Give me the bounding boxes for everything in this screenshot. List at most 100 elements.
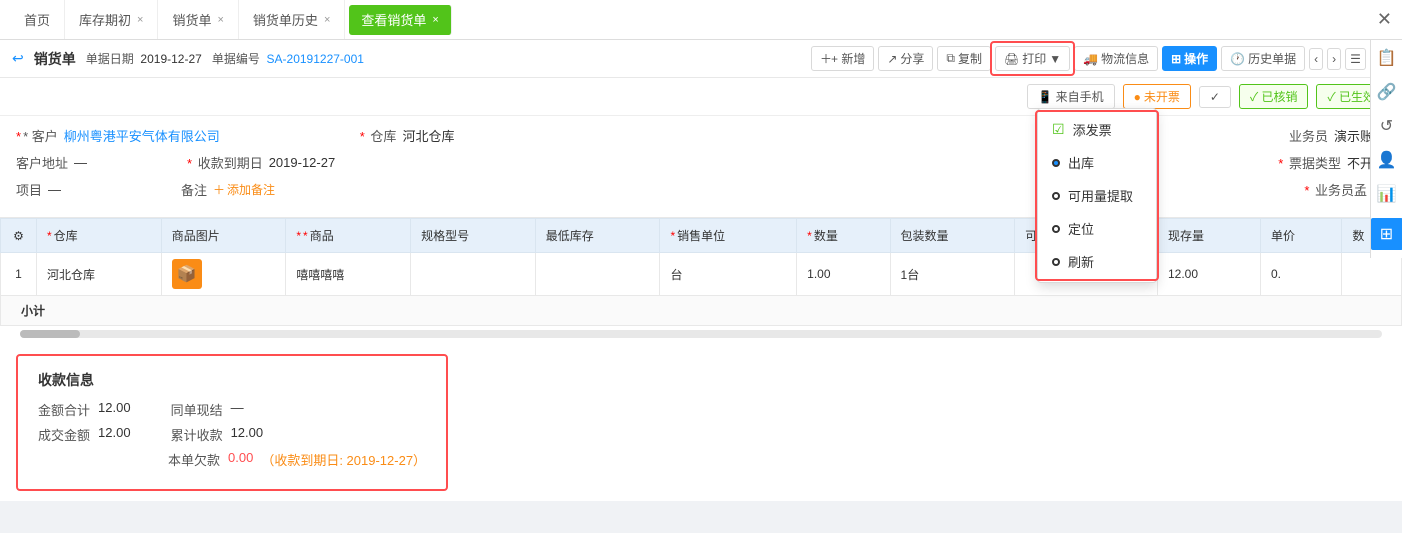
cumulative-value: 12.00: [231, 425, 264, 444]
h-scrollbar[interactable]: [0, 326, 1402, 344]
due-date-value: 2019-12-27: [269, 155, 336, 170]
cyan-dot-icon-1: [1052, 192, 1060, 200]
bottom-section: 收款信息 金额合计 12.00 同单现结 — 成交金额 12.00 累计收款 1…: [0, 344, 1402, 501]
sidebar-right: 📋 🔗 ↺ 👤 📊 ⊞: [1370, 40, 1402, 258]
sidebar-doc-icon[interactable]: 📋: [1377, 48, 1397, 68]
th-product: **商品: [286, 219, 411, 253]
doc-title-area: ↩ 销货单 单据日期 2019-12-27 单据编号 SA-20191227-0…: [12, 49, 364, 69]
dropdown-container: ☑ 添发票 出库 可用量提取 定位 刷新: [1038, 113, 1156, 278]
customer-value[interactable]: 柳州粤港平安气体有限公司: [64, 126, 220, 145]
sidebar-user-icon[interactable]: 👤: [1377, 150, 1397, 170]
ticket-icon: ●: [1134, 90, 1141, 104]
grid-icon: ⊞: [1171, 52, 1181, 66]
product-image-icon: 📦: [177, 264, 197, 284]
copy-button[interactable]: ⧉ 复制: [937, 46, 991, 71]
form-row-1: ** 客户 柳州粤港平安气体有限公司 * 仓库 河北仓库 业务员 演示账号: [16, 126, 1386, 145]
remark-field: 备注 添加备注: [181, 180, 275, 199]
truck-icon: 🚚: [1083, 52, 1098, 66]
doc-type: 销货单: [34, 49, 76, 69]
th-price: 单价: [1260, 219, 1341, 253]
doc-icon: ↩: [12, 50, 24, 67]
cyan-dot-icon-2: [1052, 225, 1060, 233]
row-pkg-qty: 1台: [890, 253, 1015, 296]
list-icon: ☰: [1350, 52, 1361, 66]
th-pkg-qty: 包装数量: [890, 219, 1015, 253]
dropdown-available-extract[interactable]: 可用量提取: [1038, 179, 1156, 212]
dropdown-add-invoice[interactable]: ☑ 添发票: [1038, 113, 1156, 146]
cumulative-field: 累计收款 12.00: [171, 425, 264, 444]
arrears-due-note: （收款到期日: 2019-12-27）: [261, 450, 426, 469]
new-button[interactable]: ＋ + 新增: [811, 46, 874, 71]
project-field: 项目 —: [16, 180, 61, 199]
amount-total-value: 12.00: [98, 400, 131, 419]
th-qty: *数量: [797, 219, 890, 253]
row-product-img: 📦: [161, 253, 286, 296]
sidebar-expand-icon[interactable]: ⊞: [1371, 218, 1402, 250]
tab-home[interactable]: 首页: [10, 0, 65, 39]
close-tab-view-sales[interactable]: ×: [432, 14, 438, 26]
blue-dot-icon: [1052, 159, 1060, 167]
row-warehouse: 河北仓库: [37, 253, 162, 296]
row-min-stock: [535, 253, 660, 296]
sidebar-chart-icon[interactable]: 📊: [1377, 184, 1397, 204]
history-button[interactable]: 🕐 历史单据: [1221, 46, 1305, 71]
copy-icon: ⧉: [946, 51, 955, 66]
close-tab-sales[interactable]: ×: [217, 14, 223, 26]
action-row: 📱 来自手机 ● 未开票 ✓ ✓ 已核销 ✓ 已生效: [0, 78, 1402, 116]
dropdown-menu: ☑ 添发票 出库 可用量提取 定位 刷新: [1037, 108, 1157, 283]
row-spec: [411, 253, 536, 296]
from-phone-button[interactable]: 📱 来自手机: [1027, 84, 1115, 109]
subtotal-label: 小计: [1, 296, 1402, 326]
product-table: ⚙ *仓库 商品图片 **商品 规格型号 最低库存 *销售单位 *数量 包装数量…: [0, 218, 1402, 326]
dropdown-locate[interactable]: 定位: [1038, 212, 1156, 245]
view-mode-list[interactable]: ☰: [1345, 48, 1366, 70]
next-button[interactable]: ›: [1327, 48, 1341, 70]
address-field: 客户地址 —: [16, 153, 87, 172]
th-current-stock: 现存量: [1157, 219, 1260, 253]
doc-date-label: 单据日期 2019-12-27 单据编号 SA-20191227-001: [86, 50, 364, 67]
th-min-stock: 最低库存: [535, 219, 660, 253]
arrears-value: 0.00: [228, 450, 253, 469]
toolbar: ↩ 销货单 单据日期 2019-12-27 单据编号 SA-20191227-0…: [0, 40, 1402, 78]
product-table-wrapper: ⚙ *仓库 商品图片 **商品 规格型号 最低库存 *销售单位 *数量 包装数量…: [0, 218, 1402, 344]
confirm-button[interactable]: ✓: [1199, 86, 1231, 108]
row-price: 0.: [1260, 253, 1341, 296]
payment-row-2: 成交金额 12.00 累计收款 12.00: [38, 425, 426, 444]
th-product-img: 商品图片: [161, 219, 286, 253]
history-icon: 🕐: [1230, 52, 1245, 66]
tab-bar-close[interactable]: ✕: [1377, 9, 1392, 30]
sidebar-refresh-icon[interactable]: ↺: [1380, 116, 1393, 136]
close-tab-sales-history[interactable]: ×: [324, 14, 330, 26]
print-button[interactable]: 🖨 打印 ▼: [995, 46, 1070, 71]
add-remark-button[interactable]: 添加备注: [213, 181, 275, 198]
tab-sales[interactable]: 销货单 ×: [158, 0, 238, 39]
dropdown-arrow: ▼: [1049, 52, 1061, 66]
same-order-field: 同单现结 —: [171, 400, 244, 419]
payment-row-1: 金额合计 12.00 同单现结 —: [38, 400, 426, 419]
warehouse-field: * 仓库 河北仓库: [360, 126, 455, 145]
tab-sales-history[interactable]: 销货单历史 ×: [239, 0, 345, 39]
customer-field: ** 客户 柳州粤港平安气体有限公司: [16, 126, 220, 145]
prev-icon: ‹: [1314, 52, 1318, 66]
th-unit: *销售单位: [660, 219, 797, 253]
transaction-field: 成交金额 12.00: [38, 425, 131, 444]
row-num: 1: [1, 253, 37, 296]
payment-row-3: 本单欠款 0.00 （收款到期日: 2019-12-27）: [38, 450, 426, 469]
next-icon: ›: [1332, 52, 1336, 66]
not-opened-button[interactable]: ● 未开票: [1123, 84, 1191, 109]
th-spec: 规格型号: [411, 219, 536, 253]
close-tab-inventory[interactable]: ×: [137, 14, 143, 26]
tab-inventory[interactable]: 库存期初 ×: [65, 0, 158, 39]
dropdown-outbound[interactable]: 出库: [1038, 146, 1156, 179]
prev-button[interactable]: ‹: [1309, 48, 1323, 70]
tab-bar: 首页 库存期初 × 销货单 × 销货单历史 × 查看销货单 × ✕: [0, 0, 1402, 40]
tab-view-sales[interactable]: 查看销货单 ×: [349, 5, 451, 35]
th-settings[interactable]: ⚙: [1, 219, 37, 253]
logistics-button[interactable]: 🚚 物流信息: [1074, 46, 1158, 71]
dropdown-refresh[interactable]: 刷新: [1038, 245, 1156, 278]
print-icon: 🖨: [1004, 52, 1019, 66]
payment-info: 收款信息 金额合计 12.00 同单现结 — 成交金额 12.00 累计收款 1…: [16, 354, 448, 491]
share-button[interactable]: ↗ 分享: [878, 46, 933, 71]
sidebar-link-icon[interactable]: 🔗: [1377, 82, 1397, 102]
operate-button[interactable]: ⊞ 操作: [1162, 46, 1217, 71]
